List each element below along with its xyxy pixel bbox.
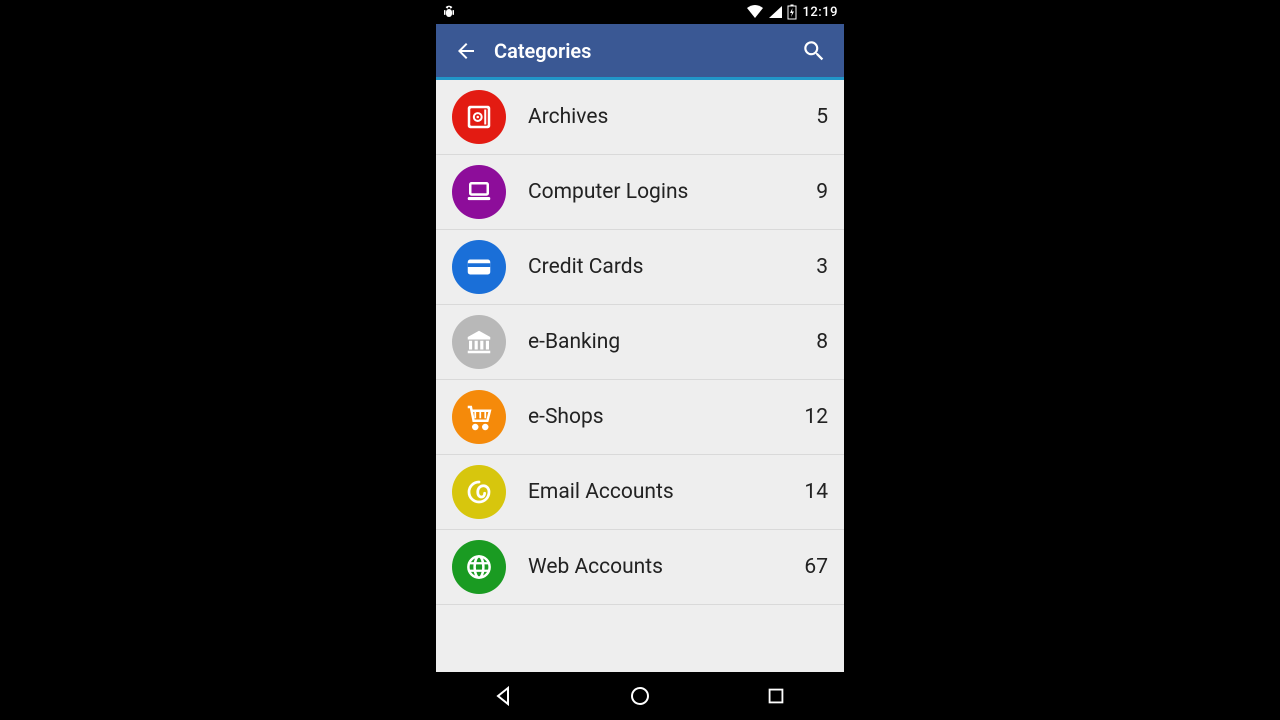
- laptop-icon: [452, 165, 506, 219]
- category-count: 12: [804, 405, 828, 429]
- page-title: Categories: [494, 39, 591, 63]
- category-label: Email Accounts: [528, 480, 804, 504]
- status-bar: 12:19: [436, 0, 844, 24]
- credit-card-icon: [452, 240, 506, 294]
- category-label: Web Accounts: [528, 555, 804, 579]
- back-button[interactable]: [446, 31, 486, 71]
- cell-signal-icon: [768, 5, 783, 19]
- category-label: e-Banking: [528, 330, 816, 354]
- category-count: 5: [816, 105, 828, 129]
- app-bar: Categories: [436, 24, 844, 80]
- status-time: 12:19: [803, 5, 838, 20]
- vault-icon: [452, 90, 506, 144]
- category-count: 3: [816, 255, 828, 279]
- category-row[interactable]: Credit Cards3: [436, 230, 844, 305]
- category-label: Archives: [528, 105, 816, 129]
- category-count: 67: [804, 555, 828, 579]
- category-row[interactable]: e-Banking8: [436, 305, 844, 380]
- category-label: e-Shops: [528, 405, 804, 429]
- category-label: Computer Logins: [528, 180, 816, 204]
- category-row[interactable]: Web Accounts67: [436, 530, 844, 605]
- search-button[interactable]: [794, 31, 834, 71]
- nav-recent-button[interactable]: [746, 676, 806, 716]
- category-list[interactable]: Archives5Computer Logins9Credit Cards3e-…: [436, 80, 844, 672]
- wifi-icon: [746, 5, 764, 19]
- category-row[interactable]: Archives5: [436, 80, 844, 155]
- bank-icon: [452, 315, 506, 369]
- category-count: 9: [816, 180, 828, 204]
- system-nav-bar: [436, 672, 844, 720]
- nav-home-button[interactable]: [610, 676, 670, 716]
- phone-frame: 12:19 Categories Archives5Computer Login…: [436, 0, 844, 720]
- globe-icon: [452, 540, 506, 594]
- cart-icon: [452, 390, 506, 444]
- category-row[interactable]: Email Accounts14: [436, 455, 844, 530]
- category-count: 14: [804, 480, 828, 504]
- category-row[interactable]: Computer Logins9: [436, 155, 844, 230]
- nav-back-button[interactable]: [474, 676, 534, 716]
- battery-charging-icon: [787, 4, 797, 20]
- category-label: Credit Cards: [528, 255, 816, 279]
- at-spiral-icon: [452, 465, 506, 519]
- category-row[interactable]: e-Shops12: [436, 380, 844, 455]
- android-debug-icon: [442, 4, 456, 20]
- category-count: 8: [816, 330, 828, 354]
